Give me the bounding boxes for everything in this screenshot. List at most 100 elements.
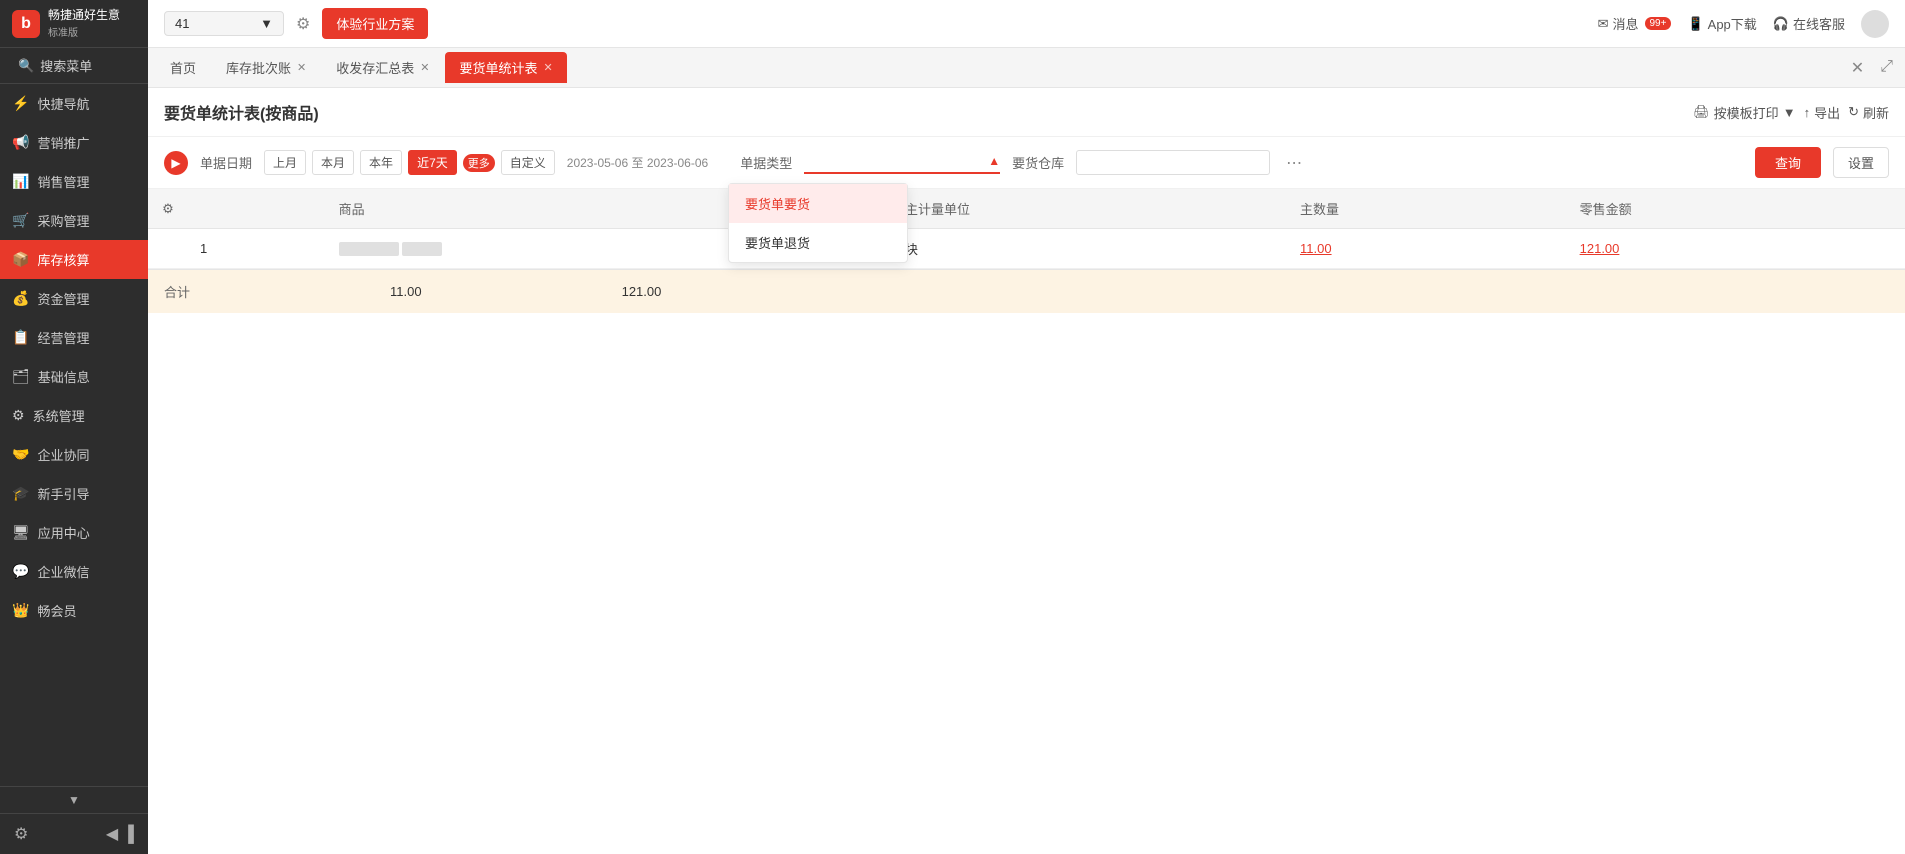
main-area: 41 ▼ ⚙ 体验行业方案 ✉ 消息 99+ 📱 App下载 🎧 在线客服 首 — [148, 0, 1905, 854]
sidebar: b 畅捷通好生意 标准版 🔍 搜索菜单 ⚡快捷导航📢营销推广📊销售管理🛒采购管理… — [0, 0, 148, 854]
filter-expand-btn[interactable]: ▶ — [164, 151, 188, 175]
sidebar-label-3: 采购管理 — [37, 211, 89, 230]
sidebar-label-6: 经营管理 — [37, 328, 89, 347]
sidebar-label-4: 库存核算 — [37, 250, 89, 269]
table-header-row: ⚙ 商品 主计量单位 主数量 零售金额 — [148, 189, 1905, 229]
sidebar-nav: ⚡快捷导航 📢 营销推广 📊销售管理🛒采购管理📦库存核算💰资金管理 📋 经营管理 🗂基础信息… — [0, 84, 148, 786]
sidebar-item-畅会员[interactable]: 👑 畅会员 — [0, 591, 148, 630]
export-btn[interactable]: ↑ 导出 — [1804, 103, 1841, 122]
sidebar-item-基础信息[interactable]: 🗂基础信息 — [0, 357, 148, 396]
type-chevron-icon[interactable]: ▲ — [988, 154, 1000, 168]
query-btn[interactable]: 查询 — [1755, 147, 1821, 178]
sidebar-icon-12: 💬 — [12, 563, 29, 580]
col-gear[interactable]: ⚙ — [148, 189, 188, 229]
tab-库存批次账[interactable]: 库存批次账✕ — [212, 52, 320, 83]
messages-badge: 99+ — [1645, 17, 1672, 30]
tab-close-2[interactable]: ✕ — [420, 61, 429, 74]
print-label: 按模板打印 — [1714, 103, 1779, 122]
expand-icon: ▶ — [171, 156, 180, 170]
refresh-label: 刷新 — [1863, 103, 1889, 122]
tab-首页[interactable]: 首页 — [156, 52, 210, 83]
page-actions: 🖨 按模板打印 ▼ ↑ 导出 ↻ 刷新 — [1693, 103, 1889, 122]
col-no — [188, 189, 327, 229]
sidebar-item-营销推广[interactable]: 📢 营销推广 — [0, 123, 148, 162]
sidebar-icon-1: 📢 — [12, 134, 29, 151]
messages-btn[interactable]: ✉ 消息 99+ — [1598, 14, 1672, 33]
date-btn-prev-month[interactable]: 上月 — [264, 150, 306, 175]
date-btn-7days[interactable]: 近7天 — [408, 150, 457, 175]
date-btn-this-month[interactable]: 本月 — [312, 150, 354, 175]
app-name: 畅捷通好生意 — [48, 8, 120, 24]
online-support-btn[interactable]: 🎧 在线客服 — [1773, 14, 1845, 33]
sidebar-item-销售管理[interactable]: 📊销售管理 — [0, 162, 148, 201]
table-footer: 合计 11.00 121.00 — [148, 269, 1905, 313]
date-range-display: 2023-05-06 至 2023-06-06 — [567, 154, 708, 171]
date-btn-custom[interactable]: 自定义 — [501, 150, 555, 175]
tabs-bar: 首页库存批次账✕收发存汇总表✕ 要货单统计表 ✕ ✕ ⤢ — [148, 48, 1905, 88]
sidebar-item-企业协同[interactable]: 🤝企业协同 — [0, 435, 148, 474]
print-btn[interactable]: 🖨 按模板打印 ▼ — [1693, 103, 1795, 122]
filter-more-icon[interactable]: ⋯ — [1286, 153, 1302, 173]
sidebar-item-经营管理[interactable]: 📋 经营管理 — [0, 318, 148, 357]
user-avatar[interactable] — [1861, 10, 1889, 38]
page-content: 要货单统计表(按商品) 🖨 按模板打印 ▼ ↑ 导出 ↻ 刷新 — [148, 88, 1905, 854]
sidebar-item-新手引导[interactable]: 🎓新手引导 — [0, 474, 148, 513]
table-row: 1 块 11.00 121.00 — [148, 229, 1905, 269]
type-filter-wrapper: ▲ — [804, 151, 1000, 174]
tab-要货单统计表[interactable]: 要货单统计表 ✕ — [445, 52, 566, 83]
col-qty: 主数量 — [1288, 189, 1568, 229]
sidebar-item-库存核算[interactable]: 📦库存核算 — [0, 240, 148, 279]
company-chevron-icon: ▼ — [260, 16, 273, 31]
logo-icon: b — [12, 10, 40, 38]
page-title: 要货单统计表(按商品) — [164, 100, 319, 124]
company-selector[interactable]: 41 ▼ — [164, 11, 284, 36]
cell-unit-0: 块 — [893, 229, 1288, 269]
sidebar-icon-13: 👑 — [12, 602, 29, 619]
dropdown-option-1[interactable]: 要货单退货 — [729, 223, 907, 262]
cell-no-0: 1 — [188, 229, 327, 269]
sidebar-item-系统管理[interactable]: ⚙系统管理 — [0, 396, 148, 435]
chevron-down-icon: ▼ — [68, 793, 80, 807]
tab-close-1[interactable]: ✕ — [297, 61, 306, 74]
type-filter-input[interactable] — [804, 151, 988, 170]
sidebar-label-1: 营销推广 — [37, 133, 89, 152]
settings-icon[interactable]: ⚙ — [14, 824, 28, 844]
sidebar-scroll-down[interactable]: ▼ — [0, 786, 148, 813]
print-icon: 🖨 — [1693, 104, 1710, 120]
tab-close-3[interactable]: ✕ — [544, 61, 553, 74]
close-tab-icon[interactable]: ✕ — [1847, 54, 1868, 82]
table-wrapper: ⚙ 商品 主计量单位 主数量 零售金额 1 块 11.00 121.00 — [148, 189, 1905, 269]
sidebar-item-应用中心[interactable]: 🖥应用中心 — [0, 513, 148, 552]
type-filter-label: 单据类型 — [740, 153, 792, 172]
sidebar-icon-6: 📋 — [12, 329, 29, 346]
collapse-icon[interactable]: ◀ ▐ — [106, 824, 134, 844]
sidebar-icon-7: 🗂 — [12, 368, 30, 385]
warehouse-filter-label: 要货仓库 — [1012, 153, 1064, 172]
cell-gear-0 — [148, 229, 188, 269]
page-container: 要货单统计表(按商品) 🖨 按模板打印 ▼ ↑ 导出 ↻ 刷新 — [148, 88, 1905, 854]
expand-tab-icon[interactable]: ⤢ — [1876, 54, 1897, 82]
trial-btn[interactable]: 体验行业方案 — [322, 8, 428, 39]
tab-收发存汇总表[interactable]: 收发存汇总表✕ — [322, 52, 443, 83]
data-table: ⚙ 商品 主计量单位 主数量 零售金额 1 块 11.00 121.00 — [148, 189, 1905, 269]
warehouse-filter-input[interactable] — [1076, 150, 1270, 175]
sidebar-icon-8: ⚙ — [12, 407, 25, 424]
sidebar-item-企业微信[interactable]: 💬企业微信 — [0, 552, 148, 591]
search-menu[interactable]: 🔍 搜索菜单 — [0, 48, 148, 84]
date-more-badge: 更多 — [463, 154, 495, 172]
tab-label-3: 要货单统计表 — [459, 58, 537, 77]
sidebar-item-快捷导航[interactable]: ⚡快捷导航 — [0, 84, 148, 123]
cell-qty-0[interactable]: 11.00 — [1288, 229, 1568, 269]
topbar-settings-icon[interactable]: ⚙ — [296, 14, 310, 34]
sidebar-item-资金管理[interactable]: 💰资金管理 — [0, 279, 148, 318]
dropdown-option-0[interactable]: 要货单要货 — [729, 184, 907, 223]
cell-amount-0[interactable]: 121.00 — [1568, 229, 1905, 269]
sidebar-label-13: 畅会员 — [37, 601, 76, 620]
headset-icon: 🎧 — [1773, 16, 1789, 32]
app-download-btn[interactable]: 📱 App下载 — [1687, 14, 1756, 33]
date-btn-this-year[interactable]: 本年 — [360, 150, 402, 175]
sidebar-item-采购管理[interactable]: 🛒采购管理 — [0, 201, 148, 240]
filter-setting-btn[interactable]: 设置 — [1833, 147, 1889, 178]
refresh-btn[interactable]: ↻ 刷新 — [1848, 103, 1889, 122]
tab-label-0: 首页 — [170, 58, 196, 77]
